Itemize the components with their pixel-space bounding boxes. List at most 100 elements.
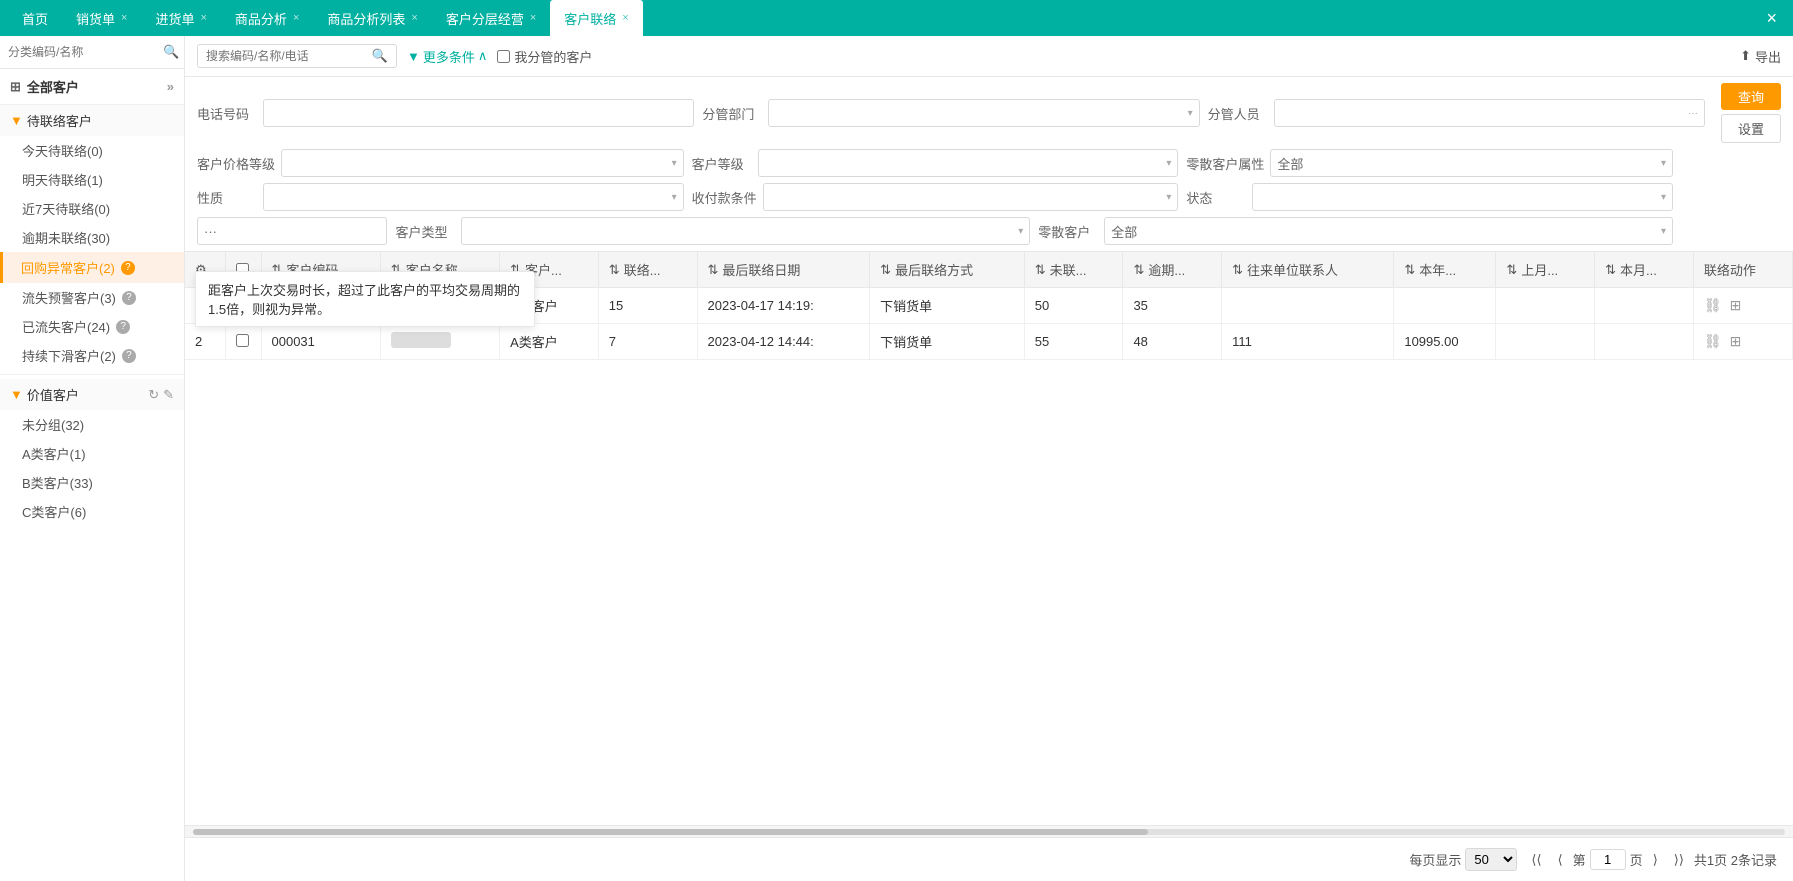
close-customer-tier-icon[interactable]: ×: [530, 12, 536, 24]
link-icon-2[interactable]: ⛓: [1704, 333, 1722, 350]
sidebar-item-churn-warning[interactable]: 流失预警客户(3) ?: [0, 283, 184, 312]
main-search-input[interactable]: [206, 49, 372, 63]
retail-customer-dropdown[interactable]: 全部 ▾: [1104, 217, 1673, 245]
link-icon-1[interactable]: ⛓: [1704, 297, 1722, 314]
th-contact-count[interactable]: ⇅联络...: [598, 252, 697, 288]
th-last-contact-method[interactable]: ⇅最后联络方式: [870, 252, 1025, 288]
th-last-month[interactable]: ⇅上月...: [1496, 252, 1595, 288]
export-button[interactable]: ⬆ 导出: [1740, 47, 1781, 66]
contact-method-link-1[interactable]: 下销货单: [880, 299, 932, 314]
sidebar-item-declining[interactable]: 持续下滑客户(2) ?: [0, 341, 184, 370]
retail-attr-dropdown[interactable]: 全部 ▾: [1270, 149, 1673, 177]
sidebar-item-class-a[interactable]: A类客户(1): [0, 439, 184, 468]
query-button[interactable]: 查询: [1721, 83, 1781, 110]
sidebar-search-icon[interactable]: 🔍: [163, 44, 179, 60]
nav-product-analysis[interactable]: 商品分析 ×: [221, 0, 313, 36]
scroll-thumb[interactable]: [193, 829, 1148, 835]
customer-type-dropdown[interactable]: ▾: [461, 217, 1030, 245]
first-page-button[interactable]: ⟨⟨: [1525, 850, 1547, 870]
td-overdue-2: 48: [1123, 324, 1222, 360]
nav-sales-order[interactable]: 销货单 ×: [62, 0, 141, 36]
close-sales-order-icon[interactable]: ×: [121, 12, 127, 24]
sidebar-all-customers[interactable]: ⊞ 全部客户 »: [0, 69, 184, 105]
th-this-year[interactable]: ⇅本年...: [1394, 252, 1496, 288]
my-customers-checkbox-wrap: 我分管的客户: [497, 47, 592, 66]
nav-home[interactable]: 首页: [8, 0, 62, 36]
table-row: 2 000031 A类客户 7 2023-04-12 14:44: 下销货单 5…: [185, 324, 1793, 360]
sidebar-item-today-contact[interactable]: 今天待联络(0): [0, 136, 184, 165]
sidebar-item-7day-contact[interactable]: 近7天待联络(0): [0, 194, 184, 223]
th-last-contact-date[interactable]: ⇅最后联络日期: [697, 252, 870, 288]
row1-actions: ⛓ ⊞: [1704, 297, 1782, 314]
prev-page-button[interactable]: ⟨: [1552, 850, 1569, 870]
payment-dropdown[interactable]: ▾: [763, 183, 1179, 211]
th-uncontacted[interactable]: ⇅未联...: [1024, 252, 1123, 288]
phone-input[interactable]: [263, 99, 694, 127]
customer-level-dropdown[interactable]: ▾: [758, 149, 1179, 177]
td-uncontacted-1: 50: [1024, 288, 1123, 324]
my-customers-checkbox[interactable]: [497, 50, 510, 63]
close-product-analysis-icon[interactable]: ×: [293, 12, 299, 24]
sidebar-search-input[interactable]: [8, 45, 163, 59]
nav-product-analysis-list[interactable]: 商品分析列表 ×: [313, 0, 431, 36]
nature-dropdown[interactable]: ▾: [263, 183, 684, 211]
sidebar-item-churned[interactable]: 已流失客户(24) ?: [0, 312, 184, 341]
th-related-person[interactable]: ⇅往来单位联系人: [1222, 252, 1394, 288]
refresh-icon[interactable]: ↻: [148, 387, 159, 403]
sort-icon-10: ⇅: [1404, 262, 1415, 278]
manager-input[interactable]: ···: [1274, 99, 1705, 127]
td-contact-count-1: 15: [598, 288, 697, 324]
chevron-down-icon-2: ▾: [672, 158, 677, 169]
last-page-button[interactable]: ⟩⟩: [1668, 850, 1690, 870]
row2-checkbox[interactable]: [236, 334, 249, 347]
td-last-contact-method-1: 下销货单: [870, 288, 1025, 324]
sidebar-item-class-b[interactable]: B类客户(33): [0, 468, 184, 497]
grid-icon-1[interactable]: ⊞: [1730, 297, 1742, 314]
grid-icon-2[interactable]: ⊞: [1730, 333, 1742, 350]
row2-actions: ⛓ ⊞: [1704, 333, 1782, 350]
sidebar-item-class-c[interactable]: C类客户(6): [0, 497, 184, 526]
next-page-button[interactable]: ⟩: [1647, 850, 1664, 870]
close-customer-contact-icon[interactable]: ×: [622, 12, 628, 24]
close-purchase-order-icon[interactable]: ×: [200, 12, 206, 24]
filter-row-3: 性质 ▾ 收付款条件 ▾ 状态: [197, 183, 1781, 211]
nav-customer-contact[interactable]: 客户联络 ×: [550, 0, 642, 36]
content-area: 🔍 ▼ 更多条件 ∧ 我分管的客户 ⬆ 导出 电话号码: [185, 36, 1793, 881]
horizontal-scrollbar[interactable]: [185, 825, 1793, 837]
ellipsis-icon: ···: [1688, 108, 1698, 119]
status-dropdown[interactable]: ▾: [1252, 183, 1673, 211]
th-this-month[interactable]: ⇅本月...: [1595, 252, 1694, 288]
settings-button[interactable]: 设置: [1721, 114, 1781, 143]
nav-purchase-order[interactable]: 进货单 ×: [141, 0, 220, 36]
th-overdue[interactable]: ⇅逾期...: [1123, 252, 1222, 288]
close-product-analysis-list-icon[interactable]: ×: [411, 12, 417, 24]
filter-manager: 分管人员 ···: [1208, 99, 1705, 127]
department-dropdown[interactable]: ▾: [768, 99, 1199, 127]
sidebar-collapse-icon[interactable]: »: [167, 79, 174, 94]
td-contact-count-2: 7: [598, 324, 697, 360]
sidebar-item-ungrouped[interactable]: 未分组(32): [0, 410, 184, 439]
sort-icon-6: ⇅: [880, 262, 891, 278]
sidebar-group-value-customers[interactable]: ▼ 价值客户 ↻ ✎: [0, 379, 184, 410]
main-search-icon[interactable]: 🔍: [372, 48, 388, 64]
price-level-dropdown[interactable]: ▾: [281, 149, 684, 177]
sidebar-item-repurchase-abnormal[interactable]: 回购异常客户(2) ?: [0, 252, 184, 283]
sidebar-item-tomorrow-contact[interactable]: 明天待联络(1): [0, 165, 184, 194]
window-close-button[interactable]: ×: [1758, 8, 1785, 29]
td-overdue-1: 35: [1123, 288, 1222, 324]
page-number-input[interactable]: [1590, 849, 1626, 870]
sidebar-group-pending-contact[interactable]: ▼ 待联络客户: [0, 105, 184, 136]
sort-icon-7: ⇅: [1035, 262, 1046, 278]
page-size-select[interactable]: 50 100 200: [1465, 848, 1517, 871]
contact-method-link-2[interactable]: 下销货单: [880, 335, 932, 350]
td-name-2: [380, 324, 499, 360]
more-conditions-btn[interactable]: ▼ 更多条件 ∧: [407, 47, 487, 66]
nav-customer-tier[interactable]: 客户分层经营 ×: [432, 0, 550, 36]
scroll-track[interactable]: [193, 829, 1785, 835]
td-actions-2: ⛓ ⊞: [1693, 324, 1792, 360]
filter-retail-customer: 零散客户 全部 ▾: [1038, 217, 1673, 245]
sidebar-item-overdue-contact[interactable]: 逾期未联络(30): [0, 223, 184, 252]
more-btn[interactable]: ···: [197, 217, 387, 245]
edit-icon[interactable]: ✎: [163, 387, 174, 403]
page-navigation: ⟨⟨ ⟨ 第 页 ⟩ ⟩⟩ 共1页 2条记录: [1525, 849, 1777, 870]
